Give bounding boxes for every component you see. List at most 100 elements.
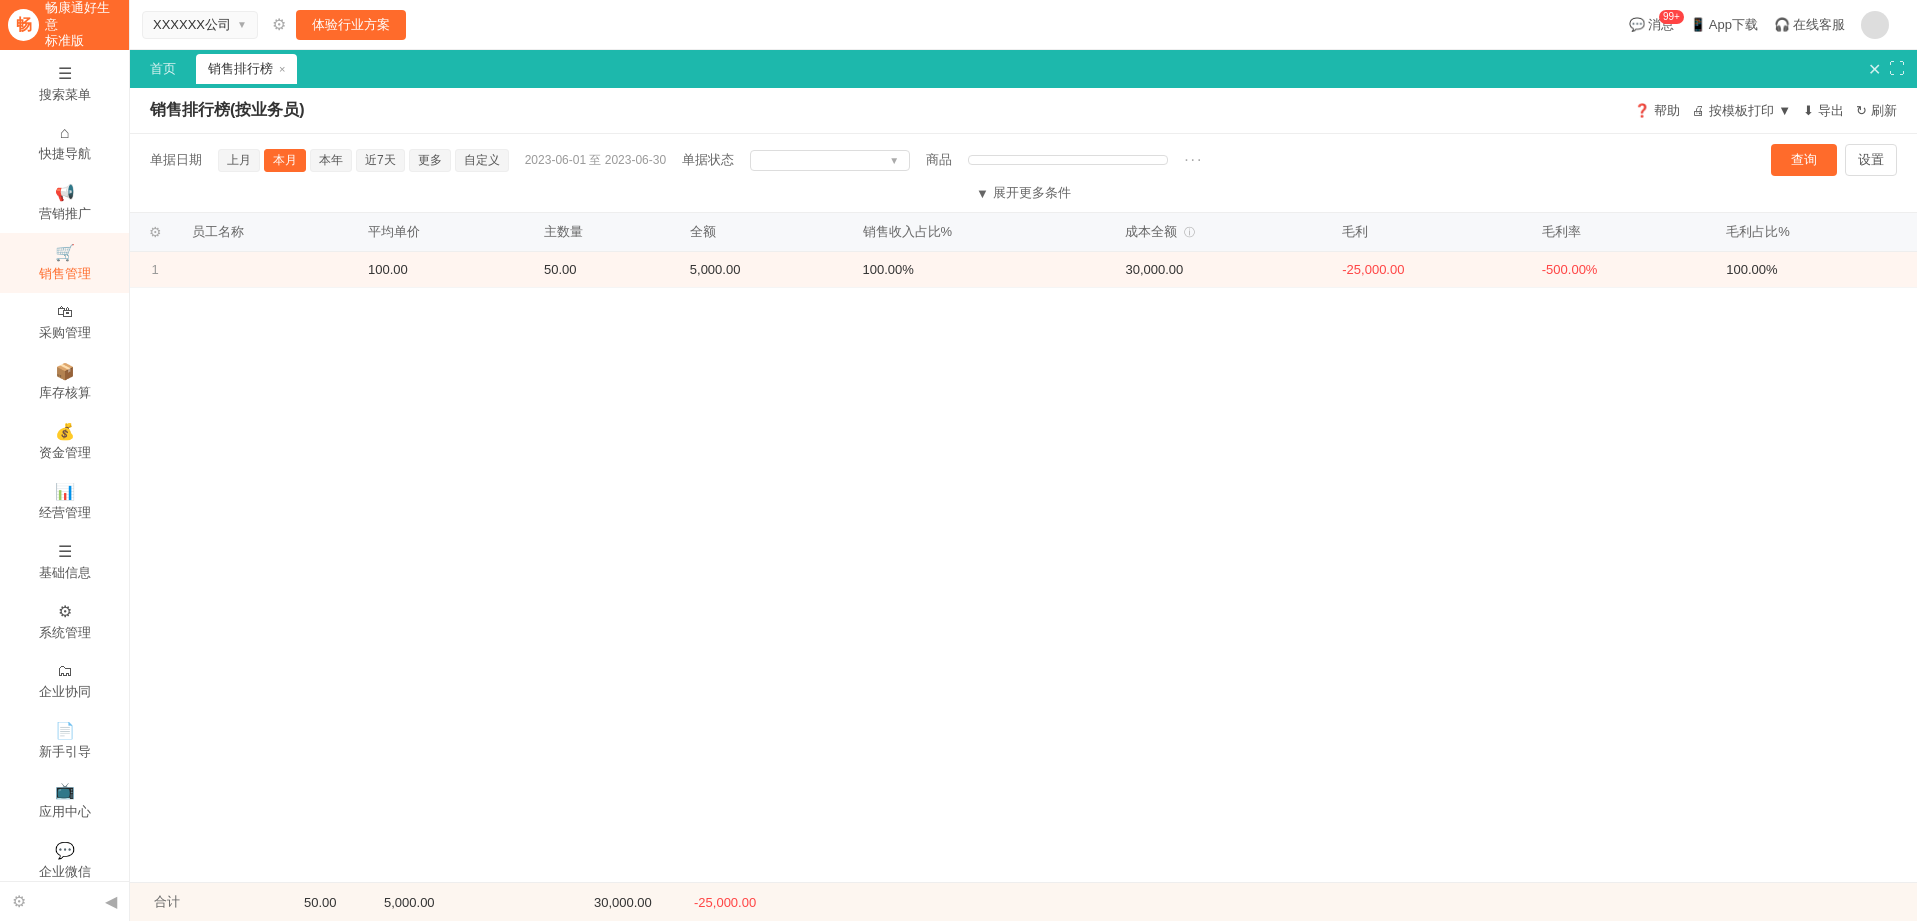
expand-chevron-icon: ▼ [976, 186, 989, 201]
sidebar-nav: ☰ 搜索菜单 ⌂ 快捷导航 📢 营销推广 🛒 销售管理 🛍 采购管理 📦 库存核… [0, 50, 129, 881]
goods-label: 商品 [926, 151, 952, 169]
settings-button[interactable]: 设置 [1845, 144, 1897, 176]
purchase-icon: 🛍 [57, 303, 73, 321]
col-gear-icon[interactable]: ⚙ [149, 224, 162, 240]
table-header-row: ⚙ 员工名称 平均单价 主数量 全额 销售收入占比% 成本全额 ⓘ 毛利 [130, 213, 1917, 252]
settings-gear-icon[interactable]: ⚙ [12, 892, 26, 911]
table-area: ⚙ 员工名称 平均单价 主数量 全额 销售收入占比% 成本全额 ⓘ 毛利 [130, 213, 1917, 921]
inventory-icon: 📦 [55, 362, 75, 381]
help-icon: ❓ [1634, 103, 1650, 118]
date-btn-this-year[interactable]: 本年 [310, 149, 352, 172]
cell-profit: -25,000.00 [1330, 252, 1530, 288]
sidebar-logo: 畅 畅康通好生意 标准版 [0, 0, 129, 50]
tab-home[interactable]: 首页 [134, 50, 192, 88]
status-chevron-icon: ▼ [889, 155, 899, 166]
export-button[interactable]: ⬇ 导出 [1803, 102, 1844, 120]
sidebar-item-sales[interactable]: 🛒 销售管理 [0, 233, 129, 293]
logo-text: 畅康通好生意 标准版 [45, 0, 121, 50]
action-buttons: 查询 设置 [1771, 144, 1897, 176]
table-row: 1 100.00 50.00 5,000.00 100.00% 30,000.0… [130, 252, 1917, 288]
cell-index: 1 [130, 252, 180, 288]
date-btn-this-month[interactable]: 本月 [264, 149, 306, 172]
finance-icon: 💰 [55, 422, 75, 441]
sidebar-item-wechat[interactable]: 💬 企业微信 [0, 831, 129, 881]
phone-icon: 📱 [1690, 17, 1706, 32]
print-icon: 🖨 [1692, 103, 1705, 118]
export-icon: ⬇ [1803, 103, 1814, 118]
filter-area: 单据日期 上月 本月 本年 近7天 更多 自定义 2023-06-01 至 20… [130, 134, 1917, 213]
cell-profit-pct: 100.00% [1714, 252, 1917, 288]
goods-input[interactable] [968, 155, 1168, 165]
sidebar-item-search[interactable]: ☰ 搜索菜单 [0, 54, 129, 114]
content-area: 销售排行榜(按业务员) ❓ 帮助 🖨 按模板打印 ▼ ⬇ 导出 ↻ 刷新 [130, 88, 1917, 921]
help-button[interactable]: ❓ 帮助 [1634, 102, 1680, 120]
sidebar-item-basic[interactable]: ☰ 基础信息 [0, 532, 129, 592]
collapse-icon[interactable]: ◀ [105, 892, 117, 911]
cell-qty: 50.00 [532, 252, 678, 288]
system-icon: ⚙ [58, 602, 72, 621]
message-icon: 💬 [1629, 17, 1645, 32]
date-label: 单据日期 [150, 151, 202, 169]
filter-row: 单据日期 上月 本月 本年 近7天 更多 自定义 2023-06-01 至 20… [150, 144, 1897, 176]
try-industry-button[interactable]: 体验行业方案 [296, 10, 406, 40]
tab-close-window-icon[interactable]: ✕ [1868, 60, 1881, 79]
online-service-button[interactable]: 🎧 在线客服 [1774, 16, 1845, 34]
cell-cost: 30,000.00 [1113, 252, 1330, 288]
company-name: XXXXXX公司 [153, 16, 231, 34]
more-filters-dots[interactable]: ··· [1184, 151, 1203, 169]
basic-icon: ☰ [58, 542, 72, 561]
refresh-icon: ↻ [1856, 103, 1867, 118]
table-wrapper: ⚙ 员工名称 平均单价 主数量 全额 销售收入占比% 成本全额 ⓘ 毛利 [130, 213, 1917, 882]
expand-more-row[interactable]: ▼ 展开更多条件 [150, 184, 1897, 202]
cost-info-icon[interactable]: ⓘ [1184, 226, 1195, 238]
tabbar-right: ✕ ⛶ [1868, 60, 1913, 79]
cell-total: 5,000.00 [678, 252, 851, 288]
print-chevron-icon: ▼ [1778, 103, 1791, 118]
sidebar-item-finance[interactable]: 💰 资金管理 [0, 412, 129, 472]
message-button[interactable]: 💬 消息 99+ [1629, 16, 1674, 34]
footer-qty: 50.00 [292, 895, 372, 910]
sidebar-item-system[interactable]: ⚙ 系统管理 [0, 592, 129, 652]
date-range-display: 2023-06-01 至 2023-06-30 [525, 152, 666, 169]
cell-avg-price: 100.00 [356, 252, 532, 288]
headset-icon: 🎧 [1774, 17, 1790, 32]
sidebar-item-guide[interactable]: 📄 新手引导 [0, 711, 129, 771]
cell-name [180, 252, 356, 288]
sidebar-item-management[interactable]: 📊 经营管理 [0, 472, 129, 532]
company-selector[interactable]: XXXXXX公司 ▼ [142, 11, 258, 39]
tab-sales-ranking[interactable]: 销售排行榜 × [196, 54, 297, 84]
footer-total: 5,000.00 [372, 895, 472, 910]
col-employee-name: 员工名称 [180, 213, 356, 252]
cell-profit-rate: -500.00% [1530, 252, 1714, 288]
sidebar-item-inventory[interactable]: 📦 库存核算 [0, 352, 129, 412]
date-btn-7days[interactable]: 近7天 [356, 149, 405, 172]
sidebar-item-marketing[interactable]: 📢 营销推广 [0, 173, 129, 233]
query-button[interactable]: 查询 [1771, 144, 1837, 176]
apps-icon: 📺 [55, 781, 75, 800]
data-table: ⚙ 员工名称 平均单价 主数量 全额 销售收入占比% 成本全额 ⓘ 毛利 [130, 213, 1917, 288]
tabbar: 首页 销售排行榜 × ✕ ⛶ [130, 50, 1917, 88]
status-select[interactable]: ▼ [750, 150, 910, 171]
refresh-button[interactable]: ↻ 刷新 [1856, 102, 1897, 120]
date-btn-custom[interactable]: 自定义 [455, 149, 509, 172]
sidebar-item-collab[interactable]: 🗂 企业协同 [0, 652, 129, 711]
date-btn-last-month[interactable]: 上月 [218, 149, 260, 172]
footer-profit: -25,000.00 [682, 895, 782, 910]
wechat-icon: 💬 [55, 841, 75, 860]
tab-close-icon[interactable]: × [279, 63, 285, 75]
logo-icon: 畅 [8, 9, 39, 41]
date-btn-more[interactable]: 更多 [409, 149, 451, 172]
app-download-button[interactable]: 📱 App下载 [1690, 16, 1758, 34]
tab-restore-icon[interactable]: ⛶ [1889, 60, 1905, 78]
company-settings-icon[interactable]: ⚙ [272, 15, 286, 34]
search-menu-icon: ☰ [58, 64, 72, 83]
col-profit: 毛利 [1330, 213, 1530, 252]
sidebar-item-apps[interactable]: 📺 应用中心 [0, 771, 129, 831]
col-cost: 成本全额 ⓘ [1113, 213, 1330, 252]
print-button[interactable]: 🖨 按模板打印 ▼ [1692, 102, 1791, 120]
sidebar-item-purchase[interactable]: 🛍 采购管理 [0, 293, 129, 352]
page-header: 销售排行榜(按业务员) ❓ 帮助 🖨 按模板打印 ▼ ⬇ 导出 ↻ 刷新 [130, 88, 1917, 134]
cell-sales-pct: 100.00% [851, 252, 1114, 288]
sidebar-item-nav[interactable]: ⌂ 快捷导航 [0, 114, 129, 173]
avatar[interactable] [1861, 11, 1889, 39]
